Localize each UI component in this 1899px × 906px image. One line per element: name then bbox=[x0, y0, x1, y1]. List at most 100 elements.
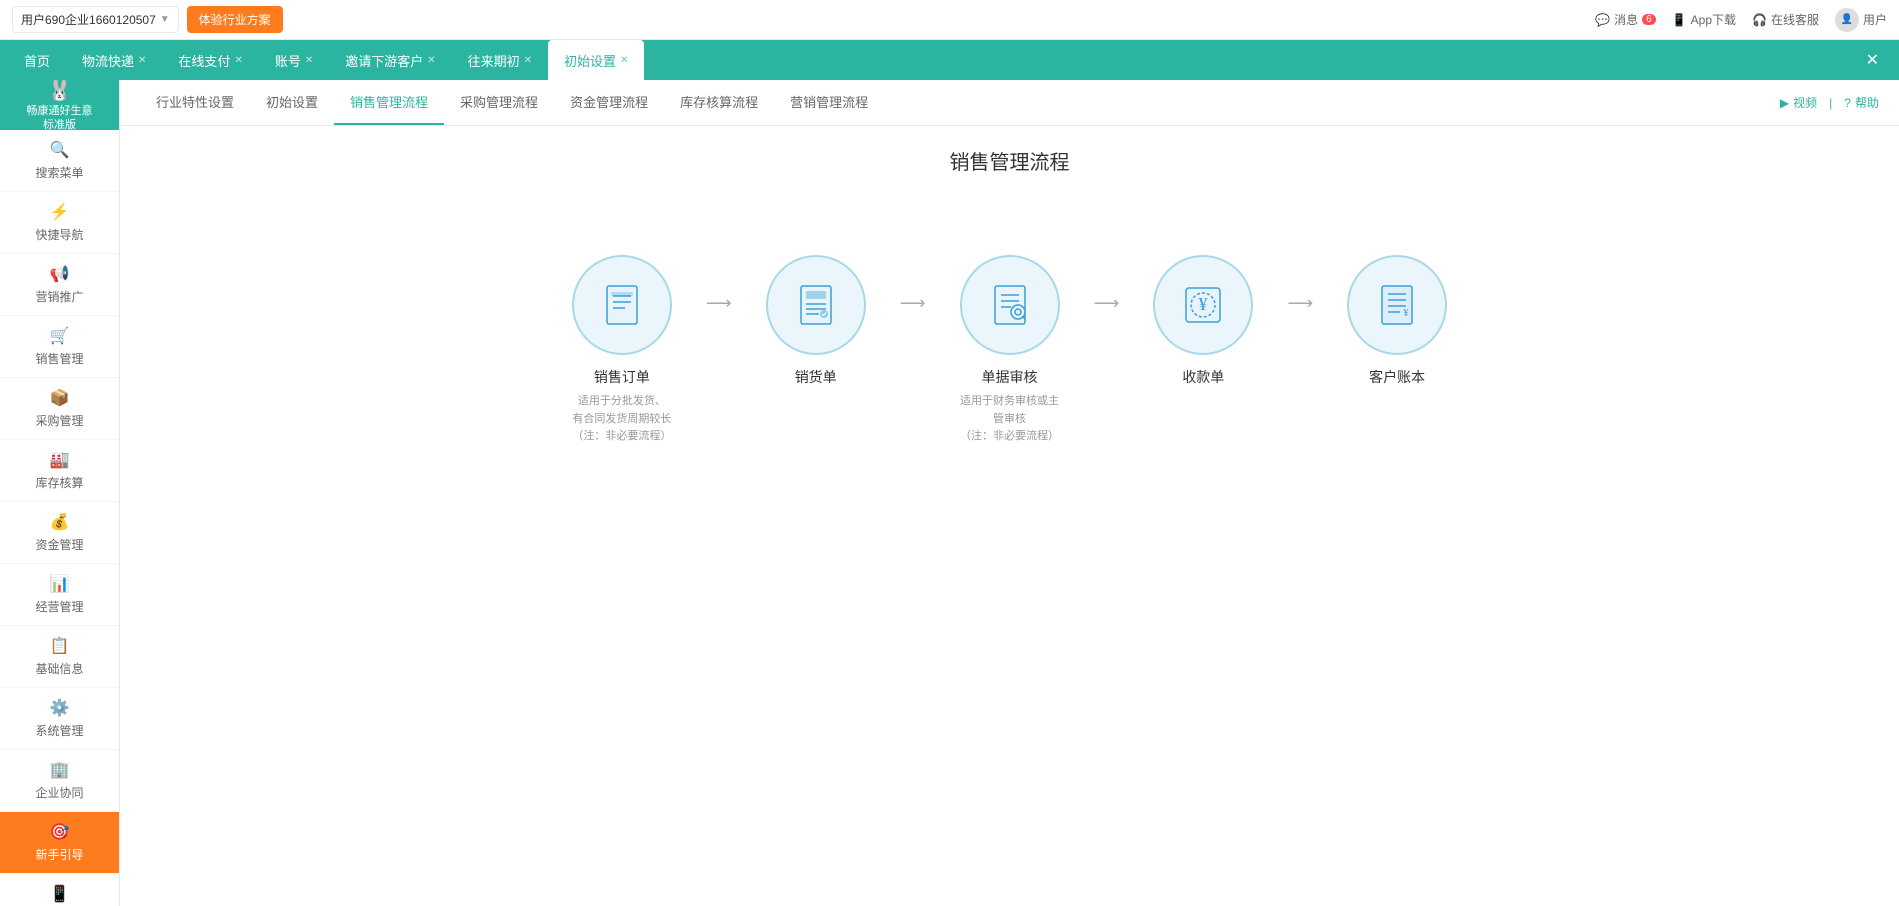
app-download-button[interactable]: 📱 App下载 bbox=[1672, 11, 1736, 28]
video-label: 视频 bbox=[1793, 94, 1817, 111]
video-action[interactable]: ▶ 视频 bbox=[1780, 94, 1817, 111]
sidebar-item-basic-info[interactable]: 📋 基础信息 bbox=[0, 626, 119, 688]
flow-diagram: 销售订单 适用于分批发货、有合同发货周期较长（注：非必要流程） ⟶ bbox=[140, 235, 1879, 466]
nav-tab-setup[interactable]: 初始设置 ✕ bbox=[548, 40, 644, 80]
flow-label-receipt: 收款单 bbox=[1182, 367, 1224, 387]
basic-info-icon: 📋 bbox=[50, 636, 70, 656]
sidebar-item-app-center[interactable]: 📱 应用中心 bbox=[0, 874, 119, 906]
sidebar-item-finance[interactable]: 💰 资金管理 bbox=[0, 502, 119, 564]
nav-tab-invite[interactable]: 邀请下游客户 ✕ bbox=[329, 40, 451, 80]
sidebar-item-guide[interactable]: 🎯 新手引导 bbox=[0, 812, 119, 874]
sub-tab-actions: ▶ 视频 | ? 帮助 bbox=[1780, 94, 1879, 111]
flow-item-invoice: 销货单 bbox=[736, 255, 896, 393]
nav-tab-history-close[interactable]: ✕ bbox=[524, 55, 532, 66]
invoice-icon bbox=[791, 280, 841, 330]
sub-tabs: 行业特性设置 初始设置 销售管理流程 采购管理流程 资金管理流程 库存核算流程 … bbox=[120, 80, 1899, 126]
sub-tab-industry-label: 行业特性设置 bbox=[156, 95, 234, 110]
flow-label-customer-account: 客户账本 bbox=[1369, 367, 1425, 387]
sub-tab-finance-flow-label: 资金管理流程 bbox=[570, 95, 648, 110]
help-action[interactable]: ? 帮助 bbox=[1844, 94, 1879, 111]
avatar: 👤 bbox=[1835, 8, 1859, 32]
play-icon: ▶ bbox=[1780, 96, 1789, 110]
flow-desc-sales-order: 适用于分批发货、有合同发货周期较长（注：非必要流程） bbox=[572, 393, 671, 446]
operations-icon: 📊 bbox=[50, 574, 70, 594]
guide-icon: 🎯 bbox=[50, 822, 70, 842]
messages-button[interactable]: 💬 消息 6 bbox=[1595, 11, 1656, 28]
nav-tab-home[interactable]: 首页 bbox=[8, 40, 66, 80]
page-title: 销售管理流程 bbox=[140, 146, 1879, 175]
sidebar-label-system: 系统管理 bbox=[35, 722, 83, 739]
finance-icon: 💰 bbox=[50, 512, 70, 532]
sidebar-item-quick-nav[interactable]: ⚡ 快捷导航 bbox=[0, 192, 119, 254]
avatar-icon: 👤 bbox=[1841, 14, 1853, 25]
chevron-down-icon: ▼ bbox=[160, 14, 170, 25]
review-icon bbox=[985, 280, 1035, 330]
sub-tab-initial[interactable]: 初始设置 bbox=[250, 80, 334, 125]
nav-close-button[interactable]: ✕ bbox=[1854, 50, 1891, 70]
user-selector[interactable]: 用户690企业1660120507 ▼ bbox=[12, 6, 179, 33]
sub-tab-marketing-flow[interactable]: 营销管理流程 bbox=[774, 80, 884, 125]
flow-label-review: 单据审核 bbox=[982, 367, 1038, 387]
sub-tab-purchase-flow[interactable]: 采购管理流程 bbox=[444, 80, 554, 125]
sidebar-item-operations[interactable]: 📊 经营管理 bbox=[0, 564, 119, 626]
flow-item-sales-order: 销售订单 适用于分批发货、有合同发货周期较长（注：非必要流程） bbox=[542, 255, 702, 446]
sidebar-item-inventory[interactable]: 🏭 库存核算 bbox=[0, 440, 119, 502]
sales-icon: 🛒 bbox=[50, 326, 70, 346]
nav-tab-account-close[interactable]: ✕ bbox=[305, 55, 313, 66]
flow-circle-receipt[interactable]: ¥ bbox=[1153, 255, 1253, 355]
nav-tab-account[interactable]: 账号 ✕ bbox=[259, 40, 329, 80]
flow-circle-review[interactable] bbox=[960, 255, 1060, 355]
sub-tab-finance-flow[interactable]: 资金管理流程 bbox=[554, 80, 664, 125]
sub-tab-industry[interactable]: 行业特性设置 bbox=[140, 80, 250, 125]
nav-tab-payment[interactable]: 在线支付 ✕ bbox=[162, 40, 258, 80]
flow-arrow-3: ⟶ bbox=[1094, 255, 1120, 314]
sidebar-item-marketing[interactable]: 📢 营销推广 bbox=[0, 254, 119, 316]
sidebar-item-search[interactable]: 🔍 搜索菜单 bbox=[0, 130, 119, 192]
logo-icon: 🐰 bbox=[27, 80, 93, 104]
nav-tab-payment-close[interactable]: ✕ bbox=[234, 55, 242, 66]
enterprise-icon: 🏢 bbox=[50, 760, 70, 780]
sidebar-item-enterprise[interactable]: 🏢 企业协同 bbox=[0, 750, 119, 812]
page-content: 销售管理流程 销售订单 适用于分批发货、有合同 bbox=[120, 126, 1899, 906]
sub-tab-marketing-flow-label: 营销管理流程 bbox=[790, 95, 868, 110]
arrow-icon-1: ⟶ bbox=[706, 293, 732, 314]
help-label: 帮助 bbox=[1855, 94, 1879, 111]
svg-text:¥: ¥ bbox=[1199, 294, 1208, 314]
sidebar-label-enterprise: 企业协同 bbox=[35, 784, 83, 801]
message-badge: 6 bbox=[1642, 14, 1656, 25]
sub-tab-inventory-flow[interactable]: 库存核算流程 bbox=[664, 80, 774, 125]
purchase-icon: 📦 bbox=[50, 388, 70, 408]
sidebar-label-basic-info: 基础信息 bbox=[35, 660, 83, 677]
nav-tab-invite-close[interactable]: ✕ bbox=[427, 55, 435, 66]
sidebar-logo: 🐰 畅康通好生意 标准版 bbox=[0, 80, 119, 130]
search-icon: 🔍 bbox=[50, 140, 70, 160]
trial-button[interactable]: 体验行业方案 bbox=[187, 6, 283, 33]
user-avatar[interactable]: 👤 用户 bbox=[1835, 8, 1887, 32]
sidebar-label-sales: 销售管理 bbox=[35, 350, 83, 367]
sidebar-item-system[interactable]: ⚙️ 系统管理 bbox=[0, 688, 119, 750]
message-icon: 💬 bbox=[1595, 13, 1610, 27]
flow-circle-sales-order[interactable] bbox=[572, 255, 672, 355]
sidebar-item-purchase[interactable]: 📦 采购管理 bbox=[0, 378, 119, 440]
nav-tab-setup-close[interactable]: ✕ bbox=[620, 55, 628, 66]
flow-circle-invoice[interactable] bbox=[766, 255, 866, 355]
sub-tab-sales-flow[interactable]: 销售管理流程 bbox=[334, 80, 444, 125]
sidebar-item-sales[interactable]: 🛒 销售管理 bbox=[0, 316, 119, 378]
flow-item-customer-account: ¥ 客户账本 bbox=[1317, 255, 1477, 393]
app-center-icon: 📱 bbox=[50, 884, 70, 904]
nav-tab-logistics-close[interactable]: ✕ bbox=[138, 55, 146, 66]
flow-label-invoice: 销货单 bbox=[795, 367, 837, 387]
customer-account-icon: ¥ bbox=[1372, 280, 1422, 330]
sales-order-icon bbox=[597, 280, 647, 330]
sub-tab-purchase-flow-label: 采购管理流程 bbox=[460, 95, 538, 110]
flow-circle-customer-account[interactable]: ¥ bbox=[1347, 255, 1447, 355]
sidebar-label-marketing: 营销推广 bbox=[35, 288, 83, 305]
nav-tab-logistics[interactable]: 物流快递 ✕ bbox=[66, 40, 162, 80]
inventory-icon: 🏭 bbox=[50, 450, 70, 470]
sub-tab-initial-label: 初始设置 bbox=[266, 95, 318, 110]
sidebar-label-operations: 经营管理 bbox=[35, 598, 83, 615]
nav-tab-home-label: 首页 bbox=[24, 51, 50, 70]
top-bar: 用户690企业1660120507 ▼ 体验行业方案 💬 消息 6 📱 App下… bbox=[0, 0, 1899, 40]
online-service-button[interactable]: 🎧 在线客服 bbox=[1752, 11, 1819, 28]
nav-tab-history[interactable]: 往来期初 ✕ bbox=[452, 40, 548, 80]
